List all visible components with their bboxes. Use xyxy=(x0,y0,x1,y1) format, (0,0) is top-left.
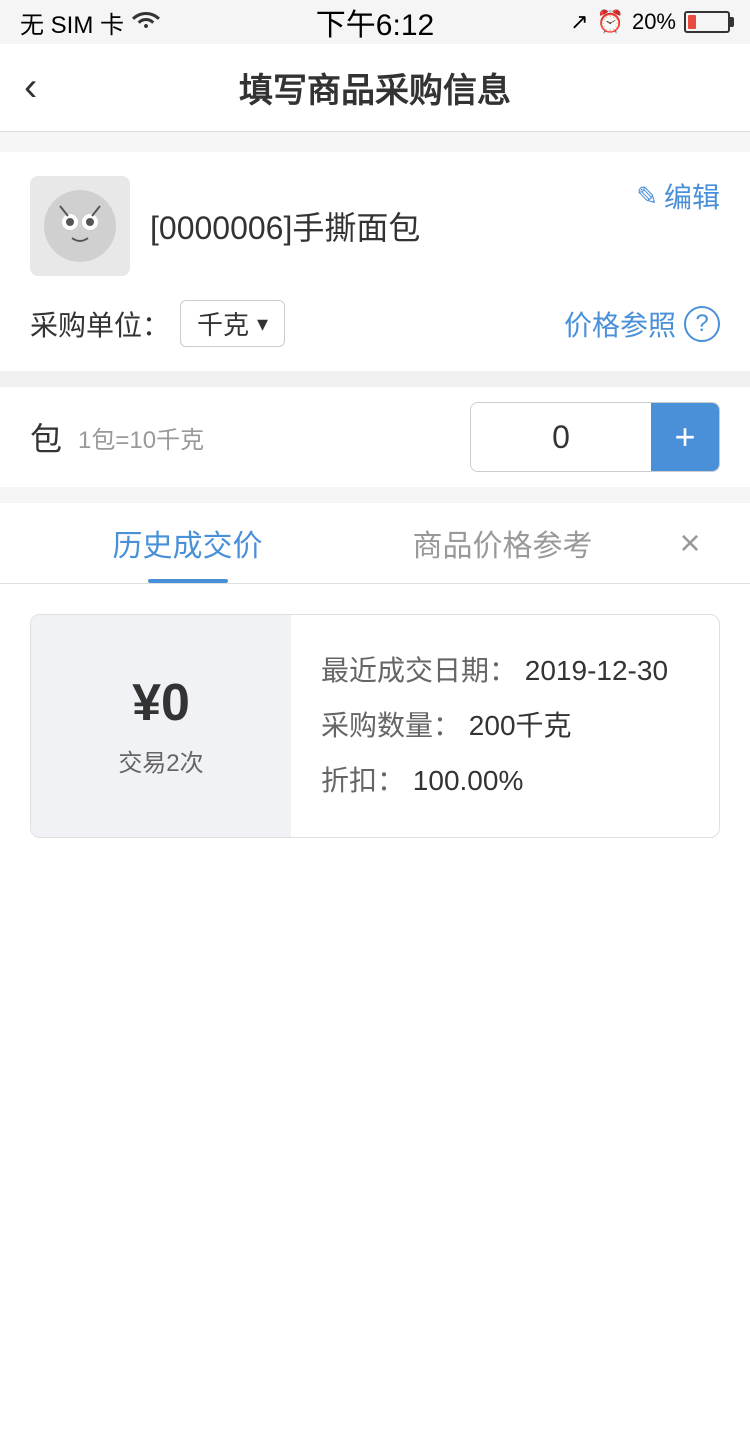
status-bar: 无 SIM 卡 下午6:12 ↗ ⏰ 20% xyxy=(0,0,750,44)
tabs-header: 历史成交价 商品价格参考 × xyxy=(0,503,750,584)
edit-label: 编辑 xyxy=(664,176,720,216)
page-title: 填写商品采购信息 xyxy=(239,63,511,112)
battery-icon xyxy=(684,11,730,33)
price-ref-help-icon: ? xyxy=(684,306,720,342)
product-unit-row: 采购单位： 千克 ▾ 价格参照 ? xyxy=(30,300,720,347)
recent-date-row: 最近成交日期： 2019-12-30 xyxy=(321,651,689,690)
quantity-input-group: + xyxy=(470,402,720,472)
package-unit-label: 包 xyxy=(30,414,62,460)
status-right: ↗ ⏰ 20% xyxy=(570,9,730,35)
price-reference-button[interactable]: 价格参照 ? xyxy=(564,304,720,344)
edit-button[interactable]: ✎ 编辑 xyxy=(636,176,720,216)
history-card-right: 最近成交日期： 2019-12-30 采购数量： 200千克 折扣： 100.0… xyxy=(291,615,719,837)
nav-bar: ‹ 填写商品采购信息 xyxy=(0,44,750,132)
history-price: ¥0 xyxy=(132,673,190,733)
recent-date-label: 最近成交日期： xyxy=(321,655,517,686)
tab-product-label: 商品价格参考 xyxy=(413,521,593,565)
unit-value: 千克 xyxy=(197,305,249,342)
tab-product-price[interactable]: 商品价格参考 xyxy=(345,503,660,583)
product-left: [0000006]手撕面包 xyxy=(30,176,420,276)
product-name: [0000006]手撕面包 xyxy=(150,203,420,249)
body-fill xyxy=(0,868,750,1448)
price-ref-label: 价格参照 xyxy=(564,304,676,344)
quantity-plus-button[interactable]: + xyxy=(651,403,719,471)
purchase-qty-row: 采购数量： 200千克 xyxy=(321,706,689,745)
battery-percent: 20% xyxy=(632,9,676,35)
product-image xyxy=(30,176,130,276)
purchase-qty-label: 采购数量： xyxy=(321,710,461,741)
edit-icon: ✎ xyxy=(636,181,658,212)
tabs-panel: 历史成交价 商品价格参考 × ¥0 交易2次 最近成交日期： 2019-12-3… xyxy=(0,503,750,868)
unit-selector-group: 采购单位： 千克 ▾ xyxy=(30,300,285,347)
history-card: ¥0 交易2次 最近成交日期： 2019-12-30 采购数量： 200千克 折… xyxy=(30,614,720,838)
history-card-left: ¥0 交易2次 xyxy=(31,615,291,837)
unit-arrow-icon: ▾ xyxy=(257,311,268,337)
discount-value: 100.00% xyxy=(413,765,524,796)
discount-label: 折扣： xyxy=(321,765,405,796)
tab-history-label: 历史成交价 xyxy=(113,521,263,565)
quantity-input[interactable] xyxy=(471,403,651,471)
history-trade-count: 交易2次 xyxy=(118,743,203,778)
section-divider xyxy=(0,371,750,387)
location-icon: ↗ xyxy=(570,9,588,35)
quantity-row: 包 1包=10千克 + xyxy=(0,387,750,487)
product-header: [0000006]手撕面包 ✎ 编辑 xyxy=(30,176,720,276)
tab-close-button[interactable]: × xyxy=(660,503,720,583)
back-button[interactable]: ‹ xyxy=(24,65,37,110)
status-left: 无 SIM 卡 xyxy=(20,5,160,40)
history-content: ¥0 交易2次 最近成交日期： 2019-12-30 采购数量： 200千克 折… xyxy=(0,584,750,868)
alarm-icon: ⏰ xyxy=(597,9,624,35)
unit-select[interactable]: 千克 ▾ xyxy=(180,300,285,347)
product-card: [0000006]手撕面包 ✎ 编辑 采购单位： 千克 ▾ 价格参照 ? xyxy=(0,152,750,371)
carrier-text: 无 SIM 卡 xyxy=(20,5,124,40)
recent-date-value: 2019-12-30 xyxy=(525,655,668,686)
unit-conversion-label: 1包=10千克 xyxy=(78,420,204,455)
discount-row: 折扣： 100.00% xyxy=(321,761,689,800)
wifi-icon xyxy=(132,8,160,37)
qty-left: 包 1包=10千克 xyxy=(30,414,204,460)
status-time: 下午6:12 xyxy=(316,0,434,44)
tab-history-price[interactable]: 历史成交价 xyxy=(30,503,345,583)
unit-label: 采购单位： xyxy=(30,304,170,344)
purchase-qty-value: 200千克 xyxy=(469,710,572,741)
